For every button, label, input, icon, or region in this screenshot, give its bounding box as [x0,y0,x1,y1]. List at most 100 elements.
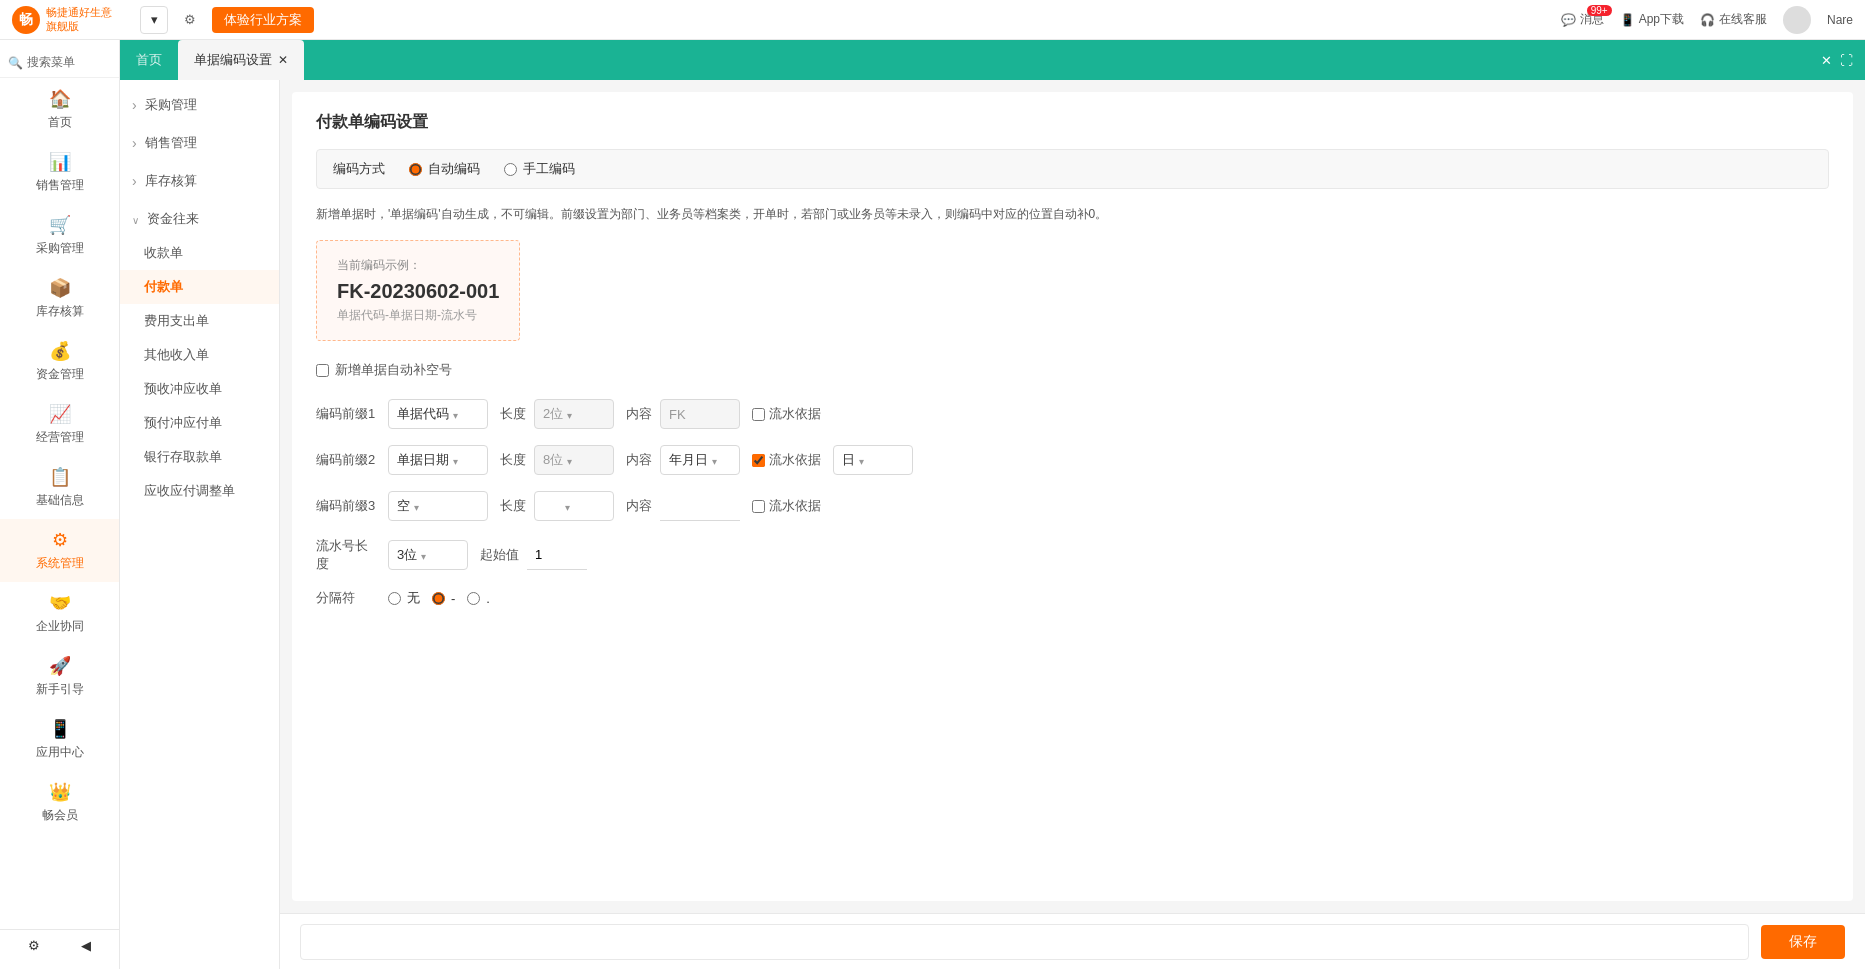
prefix3-length-chunk: 长度 [500,491,614,521]
prefix2-flow-checkbox[interactable]: 流水依据 [752,451,821,469]
chevron-down-icon [567,407,572,422]
chevron-right-icon [132,173,141,189]
sidebar-item-sales[interactable]: 📊 销售管理 [0,141,119,204]
start-value-input[interactable] [527,540,587,570]
sub-menu-item-bank[interactable]: 银行存取款单 [120,440,279,474]
message-button[interactable]: 💬 消息 99+ [1561,11,1604,28]
sidebar-item-member[interactable]: 👑 畅会员 [0,771,119,834]
tab-close-icon[interactable]: ✕ [278,53,288,67]
expand-window-icon[interactable]: ⛶ [1840,53,1853,68]
chevron-down-icon [565,499,570,514]
online-service-button[interactable]: 🎧 在线客服 [1700,11,1767,28]
prefix3-select[interactable]: 空 [388,491,488,521]
tab-encoding-settings[interactable]: 单据编码设置 ✕ [178,40,304,80]
sidebar-item-basic[interactable]: 📋 基础信息 [0,456,119,519]
code-example-desc: 单据代码-单据日期-流水号 [337,307,499,324]
prefix-row-1: 编码前缀1 单据代码 长度 2位 [316,399,1829,429]
separator-dot-input[interactable] [467,592,480,605]
prefix2-length-select[interactable]: 8位 [534,445,614,475]
prefix-row-2: 编码前缀2 单据日期 长度 8位 [316,445,1829,475]
manual-code-input[interactable] [504,163,517,176]
auto-code-radio[interactable]: 自动编码 [409,160,480,178]
start-value-chunk: 起始值 [480,540,587,570]
settings-button[interactable]: ⚙ [176,6,204,34]
sub-menu-inventory[interactable]: 库存核算 [120,164,279,198]
inventory-icon: 📦 [49,277,71,299]
chevron-down-icon [712,453,717,468]
prefix3-length-select[interactable] [534,491,614,521]
separator-none-input[interactable] [388,592,401,605]
sidebar-item-operation[interactable]: 📈 经营管理 [0,393,119,456]
code-example-value: FK-20230602-001 [337,280,499,303]
auto-code-input[interactable] [409,163,422,176]
dropdown-button[interactable]: ▾ [140,6,168,34]
sub-menu-item-other-income[interactable]: 其他收入单 [120,338,279,372]
logo-text: 畅捷通好生意 旗舰版 [46,6,112,32]
prefix2-flow-input[interactable] [752,454,765,467]
prefix1-length-chunk: 长度 2位 [500,399,614,429]
sidebar-item-enterprise[interactable]: 🤝 企业协同 [0,582,119,645]
separator-dot-radio[interactable]: . [467,591,490,606]
sidebar-item-home[interactable]: 🏠 首页 [0,78,119,141]
prefix2-length-chunk: 长度 8位 [500,445,614,475]
sidebar-item-purchase[interactable]: 🛒 采购管理 [0,204,119,267]
content-area: 采购管理 销售管理 库存核算 [120,80,1865,969]
sidebar-item-inventory[interactable]: 📦 库存核算 [0,267,119,330]
prefix3-flow-checkbox[interactable]: 流水依据 [752,497,821,515]
bottom-input-area[interactable] [300,924,1749,960]
chevron-down-icon [453,453,458,468]
sub-menu-item-receipt[interactable]: 收款单 [120,236,279,270]
info-text: 新增单据时，'单据编码'自动生成，不可编辑。前缀设置为部门、业务员等档案类，开单… [316,205,1829,224]
prefix2-select[interactable]: 单据日期 [388,445,488,475]
prefix3-content-input[interactable] [660,491,740,521]
sidebar-collapse-icon[interactable]: ◀ [81,938,91,953]
sub-menu-item-adjustment[interactable]: 应收应付调整单 [120,474,279,508]
separator-dash-input[interactable] [432,592,445,605]
separator-dash-radio[interactable]: - [432,591,455,606]
sub-menu-item-pre-receipt[interactable]: 预收冲应收单 [120,372,279,406]
prefix1-length-select[interactable]: 2位 [534,399,614,429]
sub-menu-fund[interactable]: 资金往来 [120,202,279,236]
sub-menu-sales[interactable]: 销售管理 [120,126,279,160]
encoding-method-label: 编码方式 [333,160,385,178]
serial-length-select[interactable]: 3位 [388,540,468,570]
basic-icon: 📋 [49,466,71,488]
chevron-right-icon [132,135,141,151]
prefix3-flow-input[interactable] [752,500,765,513]
sales-icon: 📊 [49,151,71,173]
app-icon: 📱 [49,718,71,740]
sidebar-item-system[interactable]: ⚙ 系统管理 [0,519,119,582]
auto-fill-checkbox[interactable] [316,364,329,377]
chevron-down-icon [421,548,426,563]
sidebar-item-finance[interactable]: 💰 资金管理 [0,330,119,393]
prefix2-flow-period-select[interactable]: 日 [833,445,913,475]
search-menu[interactable]: 🔍 搜索菜单 [0,48,119,78]
page-title: 付款单编码设置 [316,112,1829,133]
search-icon: 🔍 [8,56,23,70]
prefix1-flow-input[interactable] [752,408,765,421]
sub-menu-item-pre-payment[interactable]: 预付冲应付单 [120,406,279,440]
sub-menu-item-expense[interactable]: 费用支出单 [120,304,279,338]
system-icon: ⚙ [52,529,68,551]
tab-home[interactable]: 首页 [120,40,178,80]
prefix1-content-chunk: 内容 [626,399,740,429]
save-button[interactable]: 保存 [1761,925,1845,959]
separator-none-radio[interactable]: 无 [388,589,420,607]
logo: 畅 畅捷通好生意 旗舰版 [12,6,132,34]
prefix2-content-select[interactable]: 年月日 [660,445,740,475]
sub-menu-purchase[interactable]: 采购管理 [120,88,279,122]
sub-menu-item-payment[interactable]: 付款单 [120,270,279,304]
app-download-button[interactable]: 📱 App下载 [1620,11,1684,28]
prefix1-flow-checkbox[interactable]: 流水依据 [752,405,821,423]
close-window-icon[interactable]: ✕ [1821,53,1832,68]
trial-button[interactable]: 体验行业方案 [212,7,314,33]
manual-code-radio[interactable]: 手工编码 [504,160,575,178]
prefix1-select[interactable]: 单据代码 [388,399,488,429]
sidebar: 🔍 搜索菜单 🏠 首页 📊 销售管理 🛒 采购管理 📦 库存核算 💰 资金管理 … [0,40,120,969]
logo-icon: 畅 [12,6,40,34]
bottom-bar: 保存 [280,913,1865,969]
sidebar-gear-icon[interactable]: ⚙ [28,938,40,953]
sidebar-item-guide[interactable]: 🚀 新手引导 [0,645,119,708]
prefix1-content-input[interactable] [660,399,740,429]
sidebar-item-app[interactable]: 📱 应用中心 [0,708,119,771]
